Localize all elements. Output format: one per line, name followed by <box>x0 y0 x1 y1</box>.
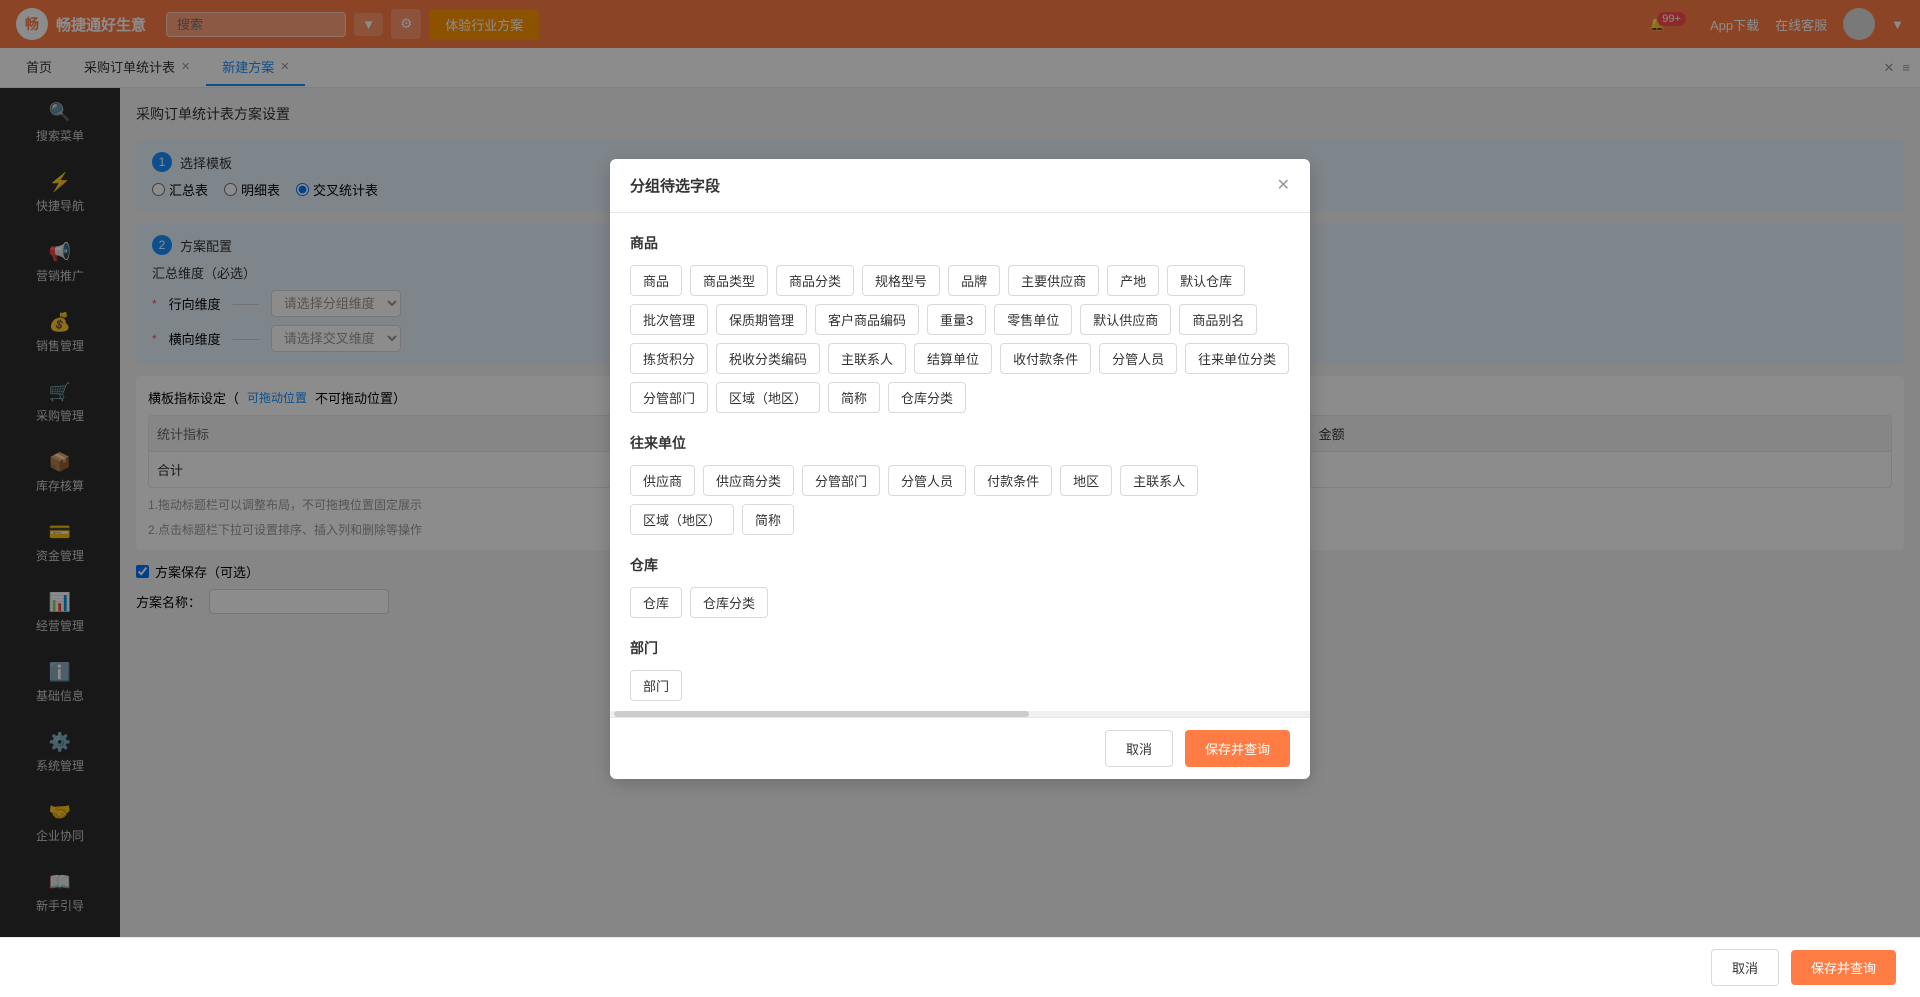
modal-section-partner: 往来单位供应商供应商分类分管部门分管人员付款条件地区主联系人区域（地区） 简称 <box>630 433 1290 535</box>
modal-header: 分组待选字段 ✕ <box>610 159 1310 213</box>
field-tag-区域（地区）[interactable]: 区域（地区） <box>630 504 734 535</box>
save-query-button[interactable]: 保存并查询 <box>1791 950 1896 985</box>
field-tag-结算单位[interactable]: 结算单位 <box>914 343 992 374</box>
field-tag-重量3[interactable]: 重量3 <box>927 304 986 335</box>
field-tag-仓库分类[interactable]: 仓库分类 <box>690 587 768 618</box>
field-tag-分管人员[interactable]: 分管人员 <box>888 465 966 496</box>
modal-close-button[interactable]: ✕ <box>1277 175 1290 195</box>
field-tag-供应商分类[interactable]: 供应商分类 <box>703 465 794 496</box>
field-tag-简称[interactable]: 简称 <box>828 382 880 413</box>
modal-overlay: 分组待选字段 ✕ 商品商品商品类型商品分类规格型号品牌主要供应商产地默认仓库批次… <box>0 0 1920 937</box>
field-tag-默认供应商[interactable]: 默认供应商 <box>1080 304 1171 335</box>
section-title-partner: 往来单位 <box>630 433 1290 453</box>
field-tag-客户商品编码[interactable]: 客户商品编码 <box>815 304 919 335</box>
field-tag-税收分类编码[interactable]: 税收分类编码 <box>716 343 820 374</box>
modal-cancel-button[interactable]: 取消 <box>1105 730 1173 767</box>
field-tag-往来单位分类[interactable]: 往来单位分类 <box>1185 343 1289 374</box>
field-tag-批次管理[interactable]: 批次管理 <box>630 304 708 335</box>
field-tag-部门[interactable]: 部门 <box>630 670 682 701</box>
field-tag-商品[interactable]: 商品 <box>630 265 682 296</box>
field-tag-区域（地区）[interactable]: 区域（地区） <box>716 382 820 413</box>
section-title-goods: 商品 <box>630 233 1290 253</box>
field-tag-商品类型[interactable]: 商品类型 <box>690 265 768 296</box>
modal-section-warehouse: 仓库仓库仓库分类 <box>630 555 1290 618</box>
field-tags-warehouse: 仓库仓库分类 <box>630 587 1290 618</box>
field-tag-默认仓库[interactable]: 默认仓库 <box>1167 265 1245 296</box>
field-tag-分管部门[interactable]: 分管部门 <box>630 382 708 413</box>
field-tag-主联系人[interactable]: 主联系人 <box>828 343 906 374</box>
field-tags-partner: 供应商供应商分类分管部门分管人员付款条件地区主联系人区域（地区） 简称 <box>630 465 1290 535</box>
field-tags-goods: 商品商品类型商品分类规格型号品牌主要供应商产地默认仓库批次管理保质期管理客户商品… <box>630 265 1290 413</box>
modal-section-department: 部门部门 <box>630 638 1290 701</box>
field-tag-品牌[interactable]: 品牌 <box>948 265 1000 296</box>
cancel-button[interactable]: 取消 <box>1711 949 1779 986</box>
field-tag-分管部门[interactable]: 分管部门 <box>802 465 880 496</box>
field-tag-供应商[interactable]: 供应商 <box>630 465 695 496</box>
modal: 分组待选字段 ✕ 商品商品商品类型商品分类规格型号品牌主要供应商产地默认仓库批次… <box>610 159 1310 779</box>
bottom-bar: 取消 保存并查询 <box>0 937 1920 997</box>
field-tag-主要供应商[interactable]: 主要供应商 <box>1008 265 1099 296</box>
modal-section-goods: 商品商品商品类型商品分类规格型号品牌主要供应商产地默认仓库批次管理保质期管理客户… <box>630 233 1290 413</box>
field-tag-地区[interactable]: 地区 <box>1060 465 1112 496</box>
field-tag-保质期管理[interactable]: 保质期管理 <box>716 304 807 335</box>
section-title-department: 部门 <box>630 638 1290 658</box>
field-tag-商品分类[interactable]: 商品分类 <box>776 265 854 296</box>
field-tag-规格型号[interactable]: 规格型号 <box>862 265 940 296</box>
modal-title: 分组待选字段 <box>630 175 720 196</box>
field-tag-仓库[interactable]: 仓库 <box>630 587 682 618</box>
field-tags-department: 部门 <box>630 670 1290 701</box>
field-tag-商品别名[interactable]: 商品别名 <box>1179 304 1257 335</box>
field-tag-收付款条件[interactable]: 收付款条件 <box>1000 343 1091 374</box>
field-tag-零售单位[interactable]: 零售单位 <box>994 304 1072 335</box>
field-tag-付款条件[interactable]: 付款条件 <box>974 465 1052 496</box>
field-tag-产地[interactable]: 产地 <box>1107 265 1159 296</box>
field-tag-拣货积分[interactable]: 拣货积分 <box>630 343 708 374</box>
field-tag-主联系人[interactable]: 主联系人 <box>1120 465 1198 496</box>
section-title-warehouse: 仓库 <box>630 555 1290 575</box>
field-tag-分管人员[interactable]: 分管人员 <box>1099 343 1177 374</box>
modal-footer: 取消 保存并查询 <box>610 717 1310 779</box>
field-tag-仓库分类[interactable]: 仓库分类 <box>888 382 966 413</box>
field-tag-简称[interactable]: 简称 <box>742 504 794 535</box>
modal-body: 商品商品商品类型商品分类规格型号品牌主要供应商产地默认仓库批次管理保质期管理客户… <box>610 213 1310 711</box>
modal-save-button[interactable]: 保存并查询 <box>1185 730 1290 767</box>
